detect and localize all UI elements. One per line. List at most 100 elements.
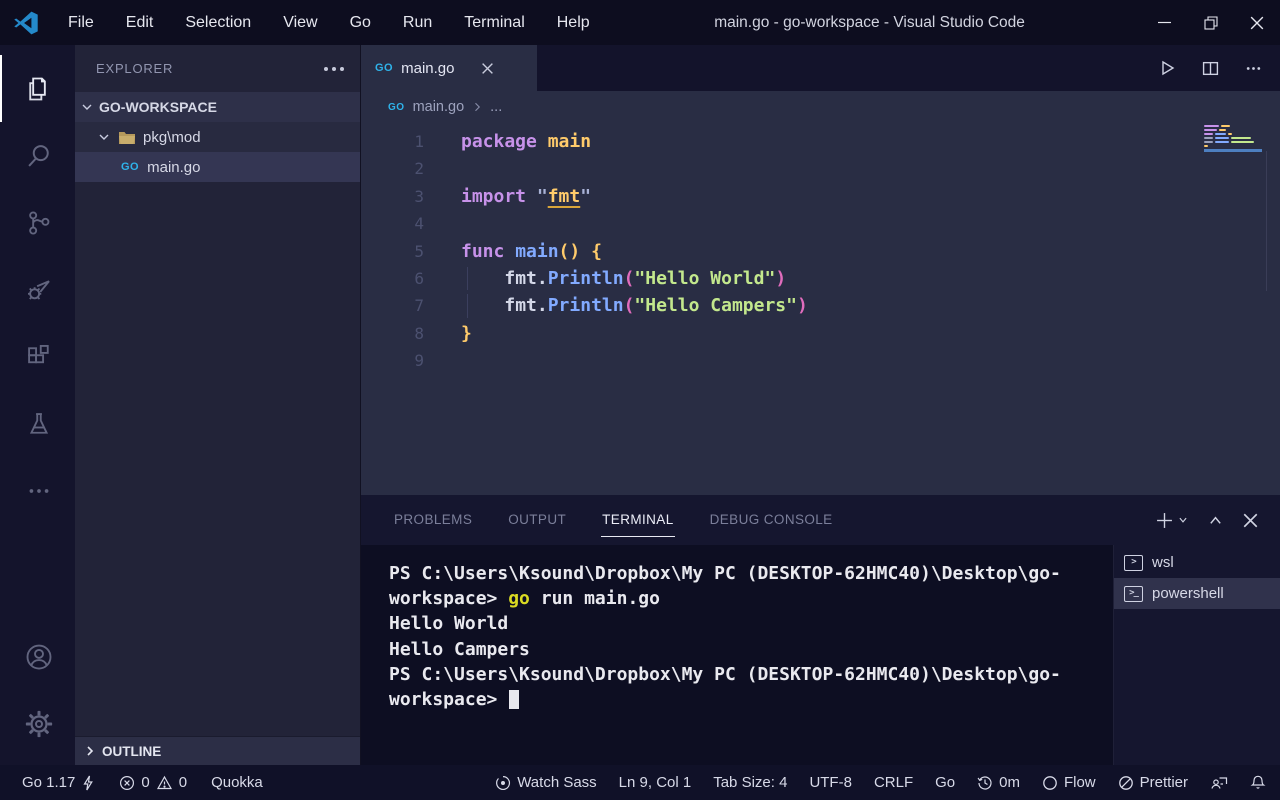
run-file-icon[interactable] [1158,59,1176,77]
panel-tab-debug-console[interactable]: DEBUG CONSOLE [709,504,834,537]
more-views-icon[interactable] [0,457,75,524]
menu-item-terminal[interactable]: Terminal [452,10,536,36]
code-token [461,268,504,289]
tab-main-go[interactable]: GO main.go [361,45,537,91]
terminal-label: wsl [1152,554,1174,571]
menu-item-view[interactable]: View [271,10,329,36]
chevron-right-icon [82,743,98,759]
code-token: workspace> [389,689,508,710]
language-label: Go [935,774,955,791]
code-token: . [537,268,548,289]
code-text: import "fmt" [461,183,591,210]
menu-item-run[interactable]: Run [391,10,444,36]
scrollbar[interactable] [1266,151,1267,291]
status-quokka[interactable]: Quokka [211,774,263,791]
close-window-button[interactable] [1234,0,1280,45]
line-number: 9 [361,347,424,374]
terminal-output[interactable]: PS C:\Users\Ksound\Dropbox\My PC (DESKTO… [361,545,1113,765]
terminal-line: PS C:\Users\Ksound\Dropbox\My PC (DESKTO… [389,561,1113,586]
tree-item-main-go[interactable]: GO main.go [75,152,360,182]
explorer-more-actions-icon[interactable] [324,67,344,71]
status-go-version[interactable]: Go 1.17 [22,774,95,791]
file-label: main.go [147,159,200,176]
code-token: " [537,186,548,207]
status-flow[interactable]: Flow [1042,774,1096,791]
panel-tab-terminal[interactable]: TERMINAL [601,504,674,537]
code-token: workspace> [389,588,508,609]
terminal-cursor [509,690,519,709]
maximize-panel-icon[interactable] [1208,513,1223,528]
menu-item-edit[interactable]: Edit [114,10,166,36]
status-encoding[interactable]: UTF-8 [809,774,852,791]
status-prettier[interactable]: Prettier [1118,774,1188,791]
code-token: ) [775,268,786,289]
go-file-icon: GO [388,102,405,113]
status-watch-sass[interactable]: Watch Sass [495,774,596,791]
testing-flask-icon[interactable] [0,390,75,457]
menu-item-file[interactable]: File [56,10,106,36]
panel-body: PS C:\Users\Ksound\Dropbox\My PC (DESKTO… [361,545,1280,765]
terminal-item-wsl[interactable]: >wsl [1114,547,1280,578]
code-token [461,295,504,316]
tab-close-icon[interactable] [481,62,494,75]
code-line: 8} [361,320,1280,347]
code-token: run main.go [530,588,660,609]
menu-item-help[interactable]: Help [545,10,602,36]
status-cursor-position[interactable]: Ln 9, Col 1 [619,774,692,791]
close-panel-icon[interactable] [1243,513,1258,528]
error-icon [119,775,135,791]
account-icon[interactable] [0,623,75,690]
menu-item-selection[interactable]: Selection [173,10,263,36]
tree-item-workspace[interactable]: GO-WORKSPACE [75,92,360,122]
terminal-item-powershell[interactable]: >_powershell [1114,578,1280,609]
breadcrumb-more[interactable]: ... [490,99,502,115]
minimap[interactable] [1204,125,1262,152]
status-problems[interactable]: 0 0 [119,774,187,791]
code-text: fmt.Println("Hello Campers") [461,292,808,319]
explorer-icon[interactable] [0,55,75,122]
panel-tab-problems[interactable]: PROBLEMS [393,504,473,537]
source-control-icon[interactable] [0,189,75,256]
status-language[interactable]: Go [935,774,955,791]
minimize-button[interactable] [1142,0,1188,45]
panel-tab-output[interactable]: OUTPUT [507,504,567,537]
code-token: go [508,588,530,609]
code-token: " [580,186,591,207]
outline-label: OUTLINE [102,744,161,759]
prettier-label: Prettier [1140,774,1188,791]
run-debug-icon[interactable] [0,256,75,323]
outline-section[interactable]: OUTLINE [75,736,360,765]
line-number: 4 [361,210,424,237]
code-token: PS C:\Users\Ksound\Dropbox\My PC (DESKTO… [389,664,1061,685]
chevron-down-icon[interactable] [1178,515,1188,525]
line-number: 8 [361,320,424,347]
status-feedback[interactable] [1210,775,1228,791]
tab-label: main.go [401,60,454,77]
split-editor-icon[interactable] [1202,60,1219,77]
minimap-slider[interactable] [1204,149,1262,152]
cursor-position-label: Ln 9, Col 1 [619,774,692,791]
code-token: { [591,241,602,262]
more-actions-icon[interactable] [1245,60,1262,77]
status-notifications[interactable] [1250,774,1266,791]
menu-item-go[interactable]: Go [338,10,383,36]
extensions-icon[interactable] [0,323,75,390]
status-tab-size[interactable]: Tab Size: 4 [713,774,787,791]
restore-button[interactable] [1188,0,1234,45]
line-number: 7 [361,292,424,319]
search-icon[interactable] [0,122,75,189]
go-version-label: Go 1.17 [22,774,75,791]
code-editor[interactable]: 1package main23import "fmt"45func main()… [361,123,1280,495]
code-lines: 1package main23import "fmt"45func main()… [361,128,1280,375]
status-eol[interactable]: CRLF [874,774,913,791]
breadcrumb[interactable]: GO main.go ... [361,91,1280,123]
tree-item-folder[interactable]: pkg\mod [75,122,360,152]
go-file-icon: GO [121,161,139,173]
new-terminal-button[interactable] [1156,512,1188,529]
code-token: fmt [548,186,581,207]
status-timer[interactable]: 0m [977,774,1020,791]
breadcrumb-file[interactable]: main.go [413,99,465,115]
editor-tabbar: GO main.go [361,45,1280,91]
terminal-list: >wsl>_powershell [1113,545,1280,765]
settings-gear-icon[interactable] [0,690,75,757]
